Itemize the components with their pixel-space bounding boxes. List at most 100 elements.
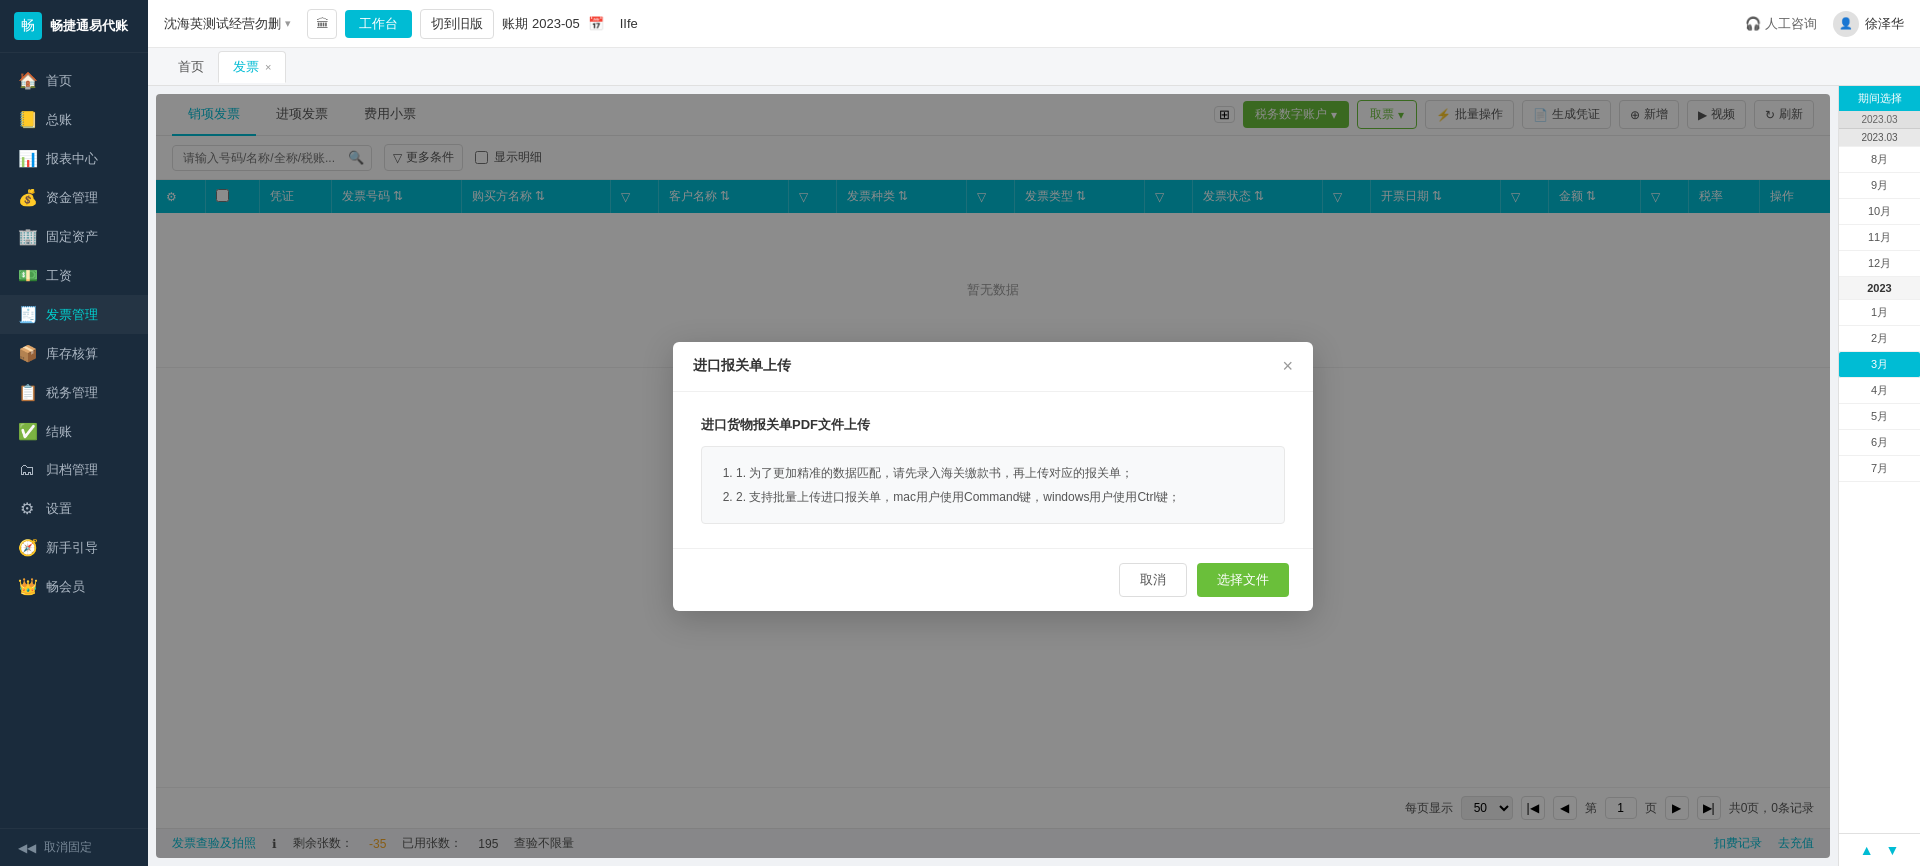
period-item-7[interactable]: 7月 — [1839, 456, 1920, 482]
sidebar-item-archive[interactable]: 🗂 归档管理 — [0, 451, 148, 489]
sidebar-item-label: 税务管理 — [46, 384, 98, 402]
modal-info-item-1: 1. 为了更加精准的数据匹配，请先录入海关缴款书，再上传对应的报关单； — [736, 461, 1266, 485]
period-item-11[interactable]: 11月 — [1839, 225, 1920, 251]
period-item-10[interactable]: 10月 — [1839, 199, 1920, 225]
period-item-2[interactable]: 2月 — [1839, 326, 1920, 352]
tab-home[interactable]: 首页 — [164, 52, 218, 82]
sidebar-item-assets[interactable]: 🏢 固定资产 — [0, 217, 148, 256]
period-item-8[interactable]: 8月 — [1839, 147, 1920, 173]
period-display: 账期 2023-05 📅 — [502, 15, 604, 33]
tax-icon: 📋 — [18, 383, 36, 402]
sidebar-item-label: 总账 — [46, 111, 72, 129]
workspace-button[interactable]: 工作台 — [345, 10, 412, 38]
sidebar-item-reports[interactable]: 📊 报表中心 — [0, 139, 148, 178]
member-icon: 👑 — [18, 577, 36, 596]
logo-icon: 畅 — [14, 12, 42, 40]
tab-close-icon[interactable]: × — [265, 61, 271, 73]
tabs-bar: 首页 发票 × — [148, 48, 1920, 86]
sidebar-item-label: 资金管理 — [46, 189, 98, 207]
right-side-panel: 期间选择 2023.03 2023.03 8月 9月 10月 11月 12月 2… — [1838, 86, 1920, 866]
sidebar-item-label: 报表中心 — [46, 150, 98, 168]
sidebar-item-label: 新手引导 — [46, 539, 98, 557]
settlement-icon: ✅ — [18, 422, 36, 441]
company-selector[interactable]: 沈海英测试经营勿删 — [164, 15, 291, 33]
home-icon: 🏠 — [18, 71, 36, 90]
period-year-2023[interactable]: 2023 — [1839, 277, 1920, 300]
modal-section-title: 进口货物报关单PDF文件上传 — [701, 416, 1285, 434]
logo-text: 畅捷通易代账 — [50, 17, 128, 35]
tab-home-label: 首页 — [178, 58, 204, 76]
sidebar-item-label: 库存核算 — [46, 345, 98, 363]
sidebar-item-settings[interactable]: ⚙ 设置 — [0, 489, 148, 528]
period-item-1[interactable]: 1月 — [1839, 300, 1920, 326]
old-version-button[interactable]: 切到旧版 — [420, 9, 494, 39]
sidebar-item-home[interactable]: 🏠 首页 — [0, 61, 148, 100]
sidebar: 畅 畅捷通易代账 🏠 首页 📒 总账 📊 报表中心 💰 资金管理 🏢 — [0, 0, 148, 866]
period-item-3[interactable]: 3月 — [1839, 352, 1920, 378]
pin-icon: ◀◀ — [18, 841, 36, 855]
topbar: 沈海英测试经营勿删 🏛 工作台 切到旧版 账期 2023-05 📅 IIfe 🎧… — [148, 0, 1920, 48]
period-item-12[interactable]: 12月 — [1839, 251, 1920, 277]
modal-cancel-button[interactable]: 取消 — [1119, 563, 1187, 597]
sidebar-item-tax[interactable]: 📋 税务管理 — [0, 373, 148, 412]
help-button[interactable]: 🎧 人工咨询 — [1745, 15, 1817, 33]
sidebar-item-label: 设置 — [46, 500, 72, 518]
modal-close-button[interactable]: × — [1282, 356, 1293, 377]
salary-icon: 💵 — [18, 266, 36, 285]
sidebar-item-label: 固定资产 — [46, 228, 98, 246]
sidebar-nav: 🏠 首页 📒 总账 📊 报表中心 💰 资金管理 🏢 固定资产 💵 工资 — [0, 53, 148, 828]
archive-icon: 🗂 — [18, 461, 36, 479]
sidebar-unpin[interactable]: ◀◀ 取消固定 — [0, 828, 148, 866]
topbar-right: 🎧 人工咨询 👤 徐泽华 — [1745, 11, 1904, 37]
sidebar-item-invoice[interactable]: 🧾 发票管理 — [0, 295, 148, 334]
modal-overlay: 进口报关单上传 × 进口货物报关单PDF文件上传 1. 为了更加精准的数据匹配，… — [156, 94, 1830, 858]
modal-body: 进口货物报关单PDF文件上传 1. 为了更加精准的数据匹配，请先录入海关缴款书，… — [673, 392, 1313, 548]
period-item-5[interactable]: 5月 — [1839, 404, 1920, 430]
modal-info-box: 1. 为了更加精准的数据匹配，请先录入海关缴款书，再上传对应的报关单； 2. 支… — [701, 446, 1285, 524]
iife-label: IIfe — [620, 16, 638, 31]
period-2023-03-header: 2023.03 — [1839, 111, 1920, 129]
period-list: 2023.03 2023.03 8月 9月 10月 11月 12月 2023 1… — [1839, 111, 1920, 833]
import-customs-modal: 进口报关单上传 × 进口货物报关单PDF文件上传 1. 为了更加精准的数据匹配，… — [673, 342, 1313, 611]
invoice-icon: 🧾 — [18, 305, 36, 324]
calendar-icon[interactable]: 📅 — [588, 16, 604, 31]
modal-info-item-2: 2. 支持批量上传进口报关单，mac用户使用Command键，windows用户… — [736, 485, 1266, 509]
company-icon-btn[interactable]: 🏛 — [307, 9, 337, 39]
sidebar-item-label: 归档管理 — [46, 461, 98, 479]
period-up-icon[interactable]: ▲ — [1856, 838, 1878, 862]
user-name: 徐泽华 — [1865, 15, 1904, 33]
period-item-9[interactable]: 9月 — [1839, 173, 1920, 199]
sidebar-item-salary[interactable]: 💵 工资 — [0, 256, 148, 295]
modal-select-file-button[interactable]: 选择文件 — [1197, 563, 1289, 597]
sidebar-item-capital[interactable]: 💰 资金管理 — [0, 178, 148, 217]
period-item-4[interactable]: 4月 — [1839, 378, 1920, 404]
tab-invoice[interactable]: 发票 × — [218, 51, 286, 83]
sidebar-logo: 畅 畅捷通易代账 — [0, 0, 148, 53]
assets-icon: 🏢 — [18, 227, 36, 246]
period-label: 账期 — [502, 15, 528, 33]
period-item-6[interactable]: 6月 — [1839, 430, 1920, 456]
modal-title: 进口报关单上传 — [693, 357, 791, 375]
period-item-0[interactable]: 2023.03 — [1839, 129, 1920, 147]
sidebar-item-label: 畅会员 — [46, 578, 85, 596]
settings-icon: ⚙ — [18, 499, 36, 518]
help-label: 人工咨询 — [1765, 15, 1817, 33]
user-menu[interactable]: 👤 徐泽华 — [1833, 11, 1904, 37]
building-icon: 🏛 — [316, 16, 329, 31]
sidebar-item-member[interactable]: 👑 畅会员 — [0, 567, 148, 606]
capital-icon: 💰 — [18, 188, 36, 207]
reports-icon: 📊 — [18, 149, 36, 168]
sidebar-item-settlement[interactable]: ✅ 结账 — [0, 412, 148, 451]
open-date-button[interactable]: 期间选择 — [1839, 86, 1920, 111]
inventory-icon: 📦 — [18, 344, 36, 363]
sidebar-item-ledger[interactable]: 📒 总账 — [0, 100, 148, 139]
sidebar-item-inventory[interactable]: 📦 库存核算 — [0, 334, 148, 373]
open-date-label: 期间选择 — [1858, 92, 1902, 104]
sidebar-item-label: 工资 — [46, 267, 72, 285]
tab-invoice-label: 发票 — [233, 58, 259, 76]
sidebar-item-label: 发票管理 — [46, 306, 98, 324]
period-down-icon[interactable]: ▼ — [1882, 838, 1904, 862]
period-nav-buttons: ▲ ▼ — [1839, 833, 1920, 866]
user-avatar: 👤 — [1833, 11, 1859, 37]
sidebar-item-tutorial[interactable]: 🧭 新手引导 — [0, 528, 148, 567]
